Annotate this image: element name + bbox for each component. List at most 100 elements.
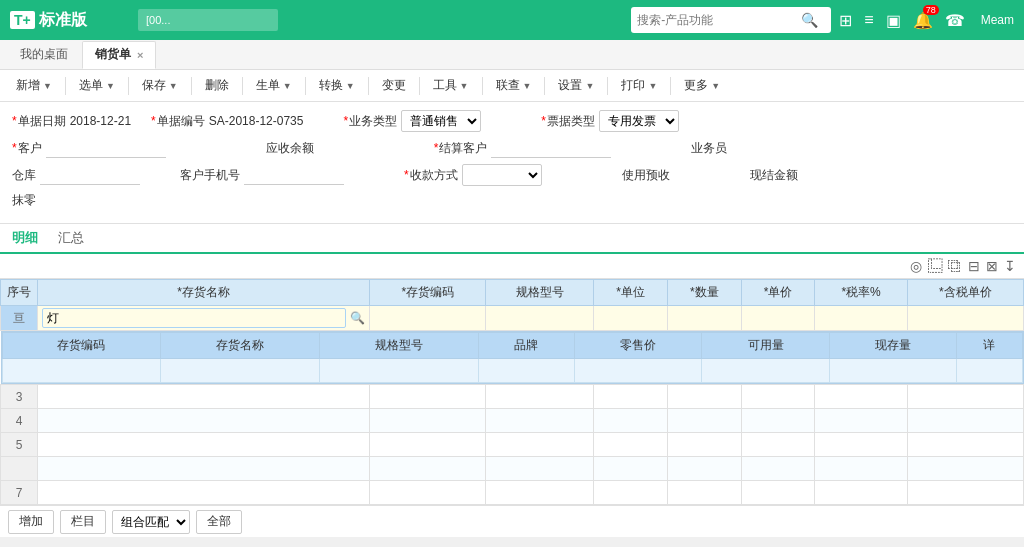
row-qty-6[interactable]: [667, 457, 741, 481]
dd-spec[interactable]: [319, 359, 478, 383]
calendar-icon[interactable]: ⊞: [839, 11, 852, 30]
btn-select[interactable]: 选单 ▼: [71, 73, 123, 99]
dd-avail[interactable]: [702, 359, 830, 383]
row-name-3[interactable]: [38, 385, 370, 409]
row-code-5[interactable]: [370, 433, 486, 457]
dd-detail[interactable]: [957, 359, 1022, 383]
row-tax-5[interactable]: [815, 433, 908, 457]
delete-row-icon[interactable]: ⊠: [986, 258, 998, 274]
btn-delete[interactable]: 删除: [197, 73, 237, 99]
tab-desktop[interactable]: 我的桌面: [8, 41, 80, 69]
dd-brand[interactable]: [478, 359, 574, 383]
dd-code[interactable]: [2, 359, 161, 383]
row-tax-3[interactable]: [815, 385, 908, 409]
btn-generate[interactable]: 生单 ▼: [248, 73, 300, 99]
btn-tools[interactable]: 工具 ▼: [425, 73, 477, 99]
row-code-4[interactable]: [370, 409, 486, 433]
row-code-3[interactable]: [370, 385, 486, 409]
row-code-7[interactable]: [370, 481, 486, 505]
btn-row-add[interactable]: 增加: [8, 510, 54, 534]
wh-input[interactable]: [40, 165, 140, 185]
row-code-1[interactable]: [370, 306, 486, 331]
btn-change[interactable]: 变更: [374, 73, 414, 99]
row-qty-5[interactable]: [667, 433, 741, 457]
btn-add[interactable]: 新增 ▼: [8, 73, 60, 99]
row-taxprice-3[interactable]: [907, 385, 1023, 409]
bell-icon[interactable]: 🔔 78: [913, 11, 933, 30]
row-unit-1[interactable]: [594, 306, 668, 331]
row-taxprice-6[interactable]: [907, 457, 1023, 481]
tab-detail[interactable]: 明细: [12, 224, 38, 254]
copy-icon-1[interactable]: ⿺: [928, 258, 942, 274]
row-taxprice-4[interactable]: [907, 409, 1023, 433]
btn-query[interactable]: 联查 ▼: [488, 73, 540, 99]
row-price-1[interactable]: [741, 306, 815, 331]
num-value[interactable]: SA-2018-12-0735: [209, 114, 304, 128]
btn-columns[interactable]: 栏目: [60, 510, 106, 534]
row-price-7[interactable]: [741, 481, 815, 505]
inv-select[interactable]: 专用发票: [599, 110, 679, 132]
biz-select[interactable]: 普通销售: [401, 110, 481, 132]
phone-input[interactable]: [244, 165, 344, 185]
location-icon[interactable]: ◎: [910, 258, 922, 274]
row-name-1[interactable]: 🔍: [38, 306, 370, 331]
row-name-4[interactable]: [38, 409, 370, 433]
btn-convert[interactable]: 转换 ▼: [311, 73, 363, 99]
btn-settings[interactable]: 设置 ▼: [550, 73, 602, 99]
customer-input[interactable]: [46, 138, 166, 158]
row-tax-6[interactable]: [815, 457, 908, 481]
row-price-6[interactable]: [741, 457, 815, 481]
row-taxprice-7[interactable]: [907, 481, 1023, 505]
copy-icon-2[interactable]: ⿻: [948, 258, 962, 274]
row-unit-4[interactable]: [594, 409, 668, 433]
row-tax-1[interactable]: [815, 306, 908, 331]
import-icon[interactable]: ↧: [1004, 258, 1016, 274]
dd-stock[interactable]: [829, 359, 957, 383]
date-value[interactable]: 2018-12-21: [70, 114, 131, 128]
window-icon[interactable]: ▣: [886, 11, 901, 30]
row-unit-7[interactable]: [594, 481, 668, 505]
row-unit-3[interactable]: [594, 385, 668, 409]
settle-input[interactable]: [491, 138, 611, 158]
paste-icon[interactable]: ⊟: [968, 258, 980, 274]
phone-icon[interactable]: ☎: [945, 11, 965, 30]
row-name-5[interactable]: [38, 433, 370, 457]
row-taxprice-1[interactable]: [907, 306, 1023, 331]
row-spec-5[interactable]: [486, 433, 594, 457]
dd-retail[interactable]: [574, 359, 702, 383]
row-spec-7[interactable]: [486, 481, 594, 505]
list-icon[interactable]: ≡: [864, 11, 873, 29]
row-tax-7[interactable]: [815, 481, 908, 505]
row-qty-4[interactable]: [667, 409, 741, 433]
account-info[interactable]: [00...: [138, 9, 278, 31]
btn-all[interactable]: 全部: [196, 510, 242, 534]
row-name-7[interactable]: [38, 481, 370, 505]
dd-name[interactable]: [161, 359, 320, 383]
row-spec-1[interactable]: [486, 306, 594, 331]
tab-sales-order[interactable]: 销货单 ×: [82, 41, 156, 69]
match-select[interactable]: 组合匹配: [112, 510, 190, 534]
btn-save[interactable]: 保存 ▼: [134, 73, 186, 99]
btn-print[interactable]: 打印 ▼: [613, 73, 665, 99]
row-price-3[interactable]: [741, 385, 815, 409]
btn-more[interactable]: 更多 ▼: [676, 73, 728, 99]
pay-select[interactable]: [462, 164, 542, 186]
row-unit-6[interactable]: [594, 457, 668, 481]
row-code-6[interactable]: [370, 457, 486, 481]
cell-search-icon[interactable]: 🔍: [350, 311, 365, 325]
row-unit-5[interactable]: [594, 433, 668, 457]
row-spec-6[interactable]: [486, 457, 594, 481]
row-qty-7[interactable]: [667, 481, 741, 505]
search-icon[interactable]: 🔍: [801, 12, 818, 28]
row-qty-1[interactable]: [667, 306, 741, 331]
row-price-4[interactable]: [741, 409, 815, 433]
inventory-search-input[interactable]: [42, 308, 346, 328]
tab-summary[interactable]: 汇总: [58, 224, 84, 254]
row-price-5[interactable]: [741, 433, 815, 457]
row-spec-3[interactable]: [486, 385, 594, 409]
tab-close-icon[interactable]: ×: [137, 49, 143, 61]
search-input[interactable]: [637, 13, 797, 27]
row-name-6[interactable]: [38, 457, 370, 481]
row-qty-3[interactable]: [667, 385, 741, 409]
row-taxprice-5[interactable]: [907, 433, 1023, 457]
